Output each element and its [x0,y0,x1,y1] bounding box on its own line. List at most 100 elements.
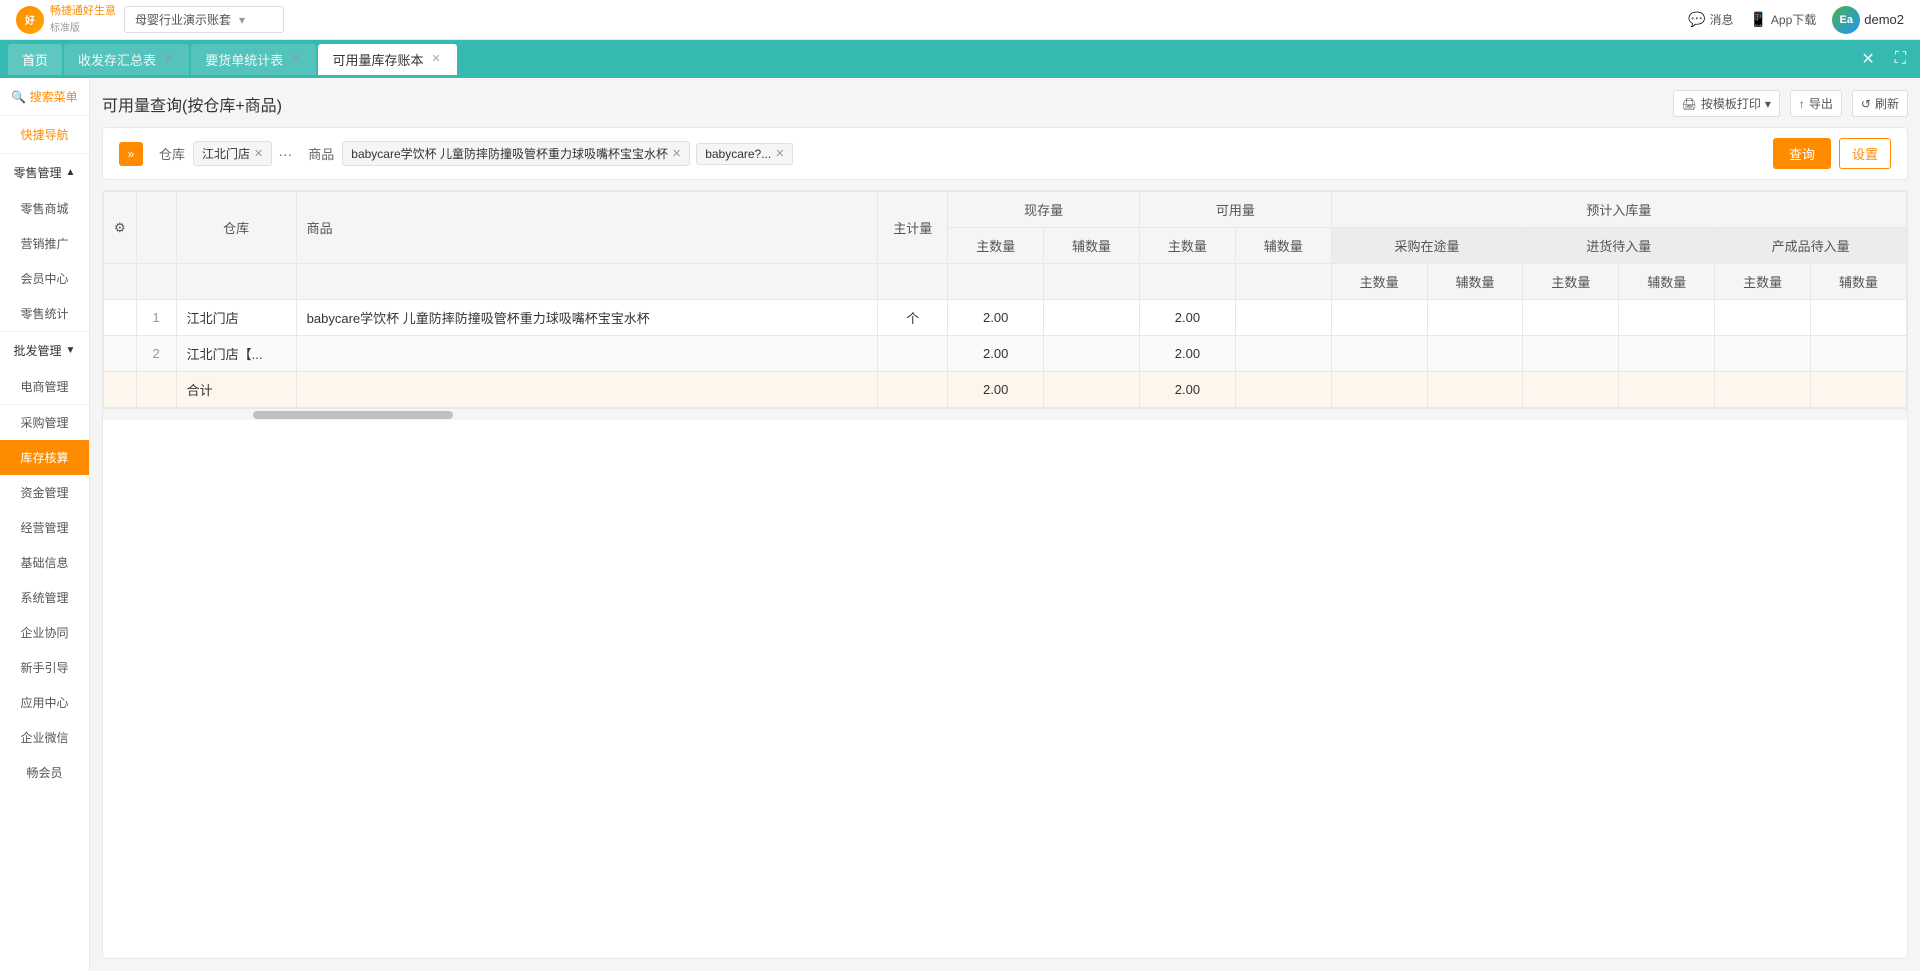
sum-empty4 [878,372,948,408]
product-tags: babycare学饮杯 儿童防摔防撞吸管杯重力球吸嘴杯宝宝水杯 ✕ babyca… [342,141,793,166]
print-icon: 🖨 [1682,97,1697,111]
sidebar-item-enterprise-wechat[interactable]: 企业微信 [0,720,89,755]
order-tab-close[interactable]: ✕ [289,53,302,66]
scroll-thumb[interactable] [253,411,453,419]
row2-product-main [1715,336,1811,372]
sidebar-item-new-guide[interactable]: 新手引导 [0,650,89,685]
warehouse-tag-close[interactable]: ✕ [254,147,263,160]
username: demo2 [1864,12,1904,27]
th-purchase-aux: 辅数量 [1427,264,1523,300]
th-settings: ⚙ [104,192,137,264]
nav-window-actions: ✕ ⛶ [1855,47,1912,71]
app-center-label: 应用中心 [20,696,68,710]
app-download-button[interactable]: 📱 App下载 [1749,11,1816,28]
window-maximize-icon[interactable]: ⛶ [1889,48,1912,70]
warehouse-more-icon[interactable]: ··· [278,146,292,162]
row2-purchase-aux [1427,336,1523,372]
row2-avail-aux [1235,336,1331,372]
th-empty7 [1044,264,1140,300]
product-tag-babycare2: babycare?... ✕ [696,143,793,165]
sum-empty3 [296,372,878,408]
product-tag2-close[interactable]: ✕ [775,147,784,160]
inventory-table: ⚙ 仓库 商品 主计量 现存量 [103,191,1907,408]
page-actions: 🖨 按模板打印 ▾ ↑ 导出 ↺ 刷新 [1673,90,1908,117]
logo-sub: 标准版 [50,19,116,34]
sidebar-item-vip[interactable]: 畅会员 [0,755,89,790]
sidebar-item-purchase[interactable]: 采购管理 [0,405,89,440]
th-product-main: 主数量 [1715,264,1811,300]
sidebar-item-enterprise-collab[interactable]: 企业协同 [0,615,89,650]
settings-icon[interactable]: ⚙ [114,220,126,235]
print-label: 按模板打印 [1701,95,1761,112]
row2-unit [878,336,948,372]
header-left: 好 畅捷通好生意 标准版 母婴行业演示账套 ▾ [16,5,284,33]
sum-stock-aux [1044,372,1140,408]
tab-order-stats[interactable]: 要货单统计表 ✕ [191,44,316,75]
export-button[interactable]: ↑ 导出 [1790,90,1842,117]
th-empty5 [878,264,948,300]
sidebar-item-quick-nav[interactable]: 快捷导航 [0,116,89,154]
sidebar-search[interactable]: 🔍 搜索菜单 [0,78,89,116]
page-title: 可用量查询(按仓库+商品) [102,92,282,116]
print-template-button[interactable]: 🖨 按模板打印 ▾ [1673,90,1780,117]
message-icon: 💬 [1688,11,1705,28]
tab-home[interactable]: 首页 [8,44,62,75]
sidebar-item-inventory[interactable]: 库存核算 [0,440,89,475]
chevron-down-icon: ▾ [239,13,245,27]
sidebar-item-system[interactable]: 系统管理 [0,580,89,615]
sidebar-group-wholesale-header[interactable]: 批发管理 ▼ [0,332,89,369]
row2-warehouse: 江北门店【... [176,336,296,372]
window-close-icon[interactable]: ✕ [1855,47,1880,71]
setting-button[interactable]: 设置 [1839,138,1891,169]
row1-stock-aux [1044,300,1140,336]
main-layout: 🔍 搜索菜单 快捷导航 零售管理 ▲ 零售商城 营销推广 会员中心 零售统计 [0,78,1920,971]
filter-toggle-button[interactable]: » [119,142,143,166]
receipt-tab-close[interactable]: ✕ [162,53,175,66]
industry-label: 母婴行业演示账套 [135,11,231,28]
content-area: 可用量查询(按仓库+商品) 🖨 按模板打印 ▾ ↑ 导出 ↺ 刷新 » [90,78,1920,971]
logo-text: 畅捷通好生意 [50,5,116,18]
message-button[interactable]: 💬 消息 [1688,11,1733,28]
sum-avail-main: 2.00 [1139,372,1235,408]
tab-available-inventory[interactable]: 可用量库存账本 ✕ [318,44,456,75]
order-tab-label: 要货单统计表 [205,50,283,69]
sum-goods-aux [1619,372,1715,408]
sidebar-group-retail-header[interactable]: 零售管理 ▲ [0,154,89,191]
horizontal-scrollbar[interactable] [103,408,1907,420]
query-button[interactable]: 查询 [1773,138,1831,169]
user-area[interactable]: Ea demo2 [1832,6,1904,34]
th-empty9 [1235,264,1331,300]
sidebar-item-app-center[interactable]: 应用中心 [0,685,89,720]
industry-selector[interactable]: 母婴行业演示账套 ▾ [124,6,284,33]
receipt-tab-label: 收发存汇总表 [78,50,156,69]
sidebar-item-marketing[interactable]: 营销推广 [0,226,89,261]
product-tag-close[interactable]: ✕ [672,147,681,160]
tab-receipt-summary[interactable]: 收发存汇总表 ✕ [64,44,189,75]
operations-label: 经营管理 [20,521,68,535]
search-icon: 🔍 [11,90,26,104]
row2-goods-aux [1619,336,1715,372]
retail-mgmt-label: 零售管理 [14,164,62,181]
th-product-aux: 辅数量 [1811,264,1907,300]
row1-product-aux [1811,300,1907,336]
warehouse-tags: 江北门店 ✕ ··· [193,141,292,166]
th-empty4 [296,264,878,300]
warehouse-tag-jiangbei: 江北门店 ✕ [193,141,272,166]
inventory-tab-close[interactable]: ✕ [430,53,443,66]
th-avail-main: 主数量 [1139,228,1235,264]
sidebar: 🔍 搜索菜单 快捷导航 零售管理 ▲ 零售商城 营销推广 会员中心 零售统计 [0,78,90,971]
th-index [136,192,176,264]
product-filter-label: 商品 [308,144,334,163]
sidebar-item-basic-info[interactable]: 基础信息 [0,545,89,580]
refresh-button[interactable]: ↺ 刷新 [1852,90,1908,117]
sidebar-item-retail-mall[interactable]: 零售商城 [0,191,89,226]
warehouse-filter-label: 仓库 [159,144,185,163]
export-icon: ↑ [1799,97,1805,111]
sidebar-item-retail-stats[interactable]: 零售统计 [0,296,89,331]
th-warehouse: 仓库 [176,192,296,264]
sidebar-item-member-center[interactable]: 会员中心 [0,261,89,296]
sidebar-item-finance[interactable]: 资金管理 [0,475,89,510]
avatar: Ea [1832,6,1860,34]
sidebar-item-ecommerce[interactable]: 电商管理 [0,369,89,404]
sidebar-item-operations[interactable]: 经营管理 [0,510,89,545]
